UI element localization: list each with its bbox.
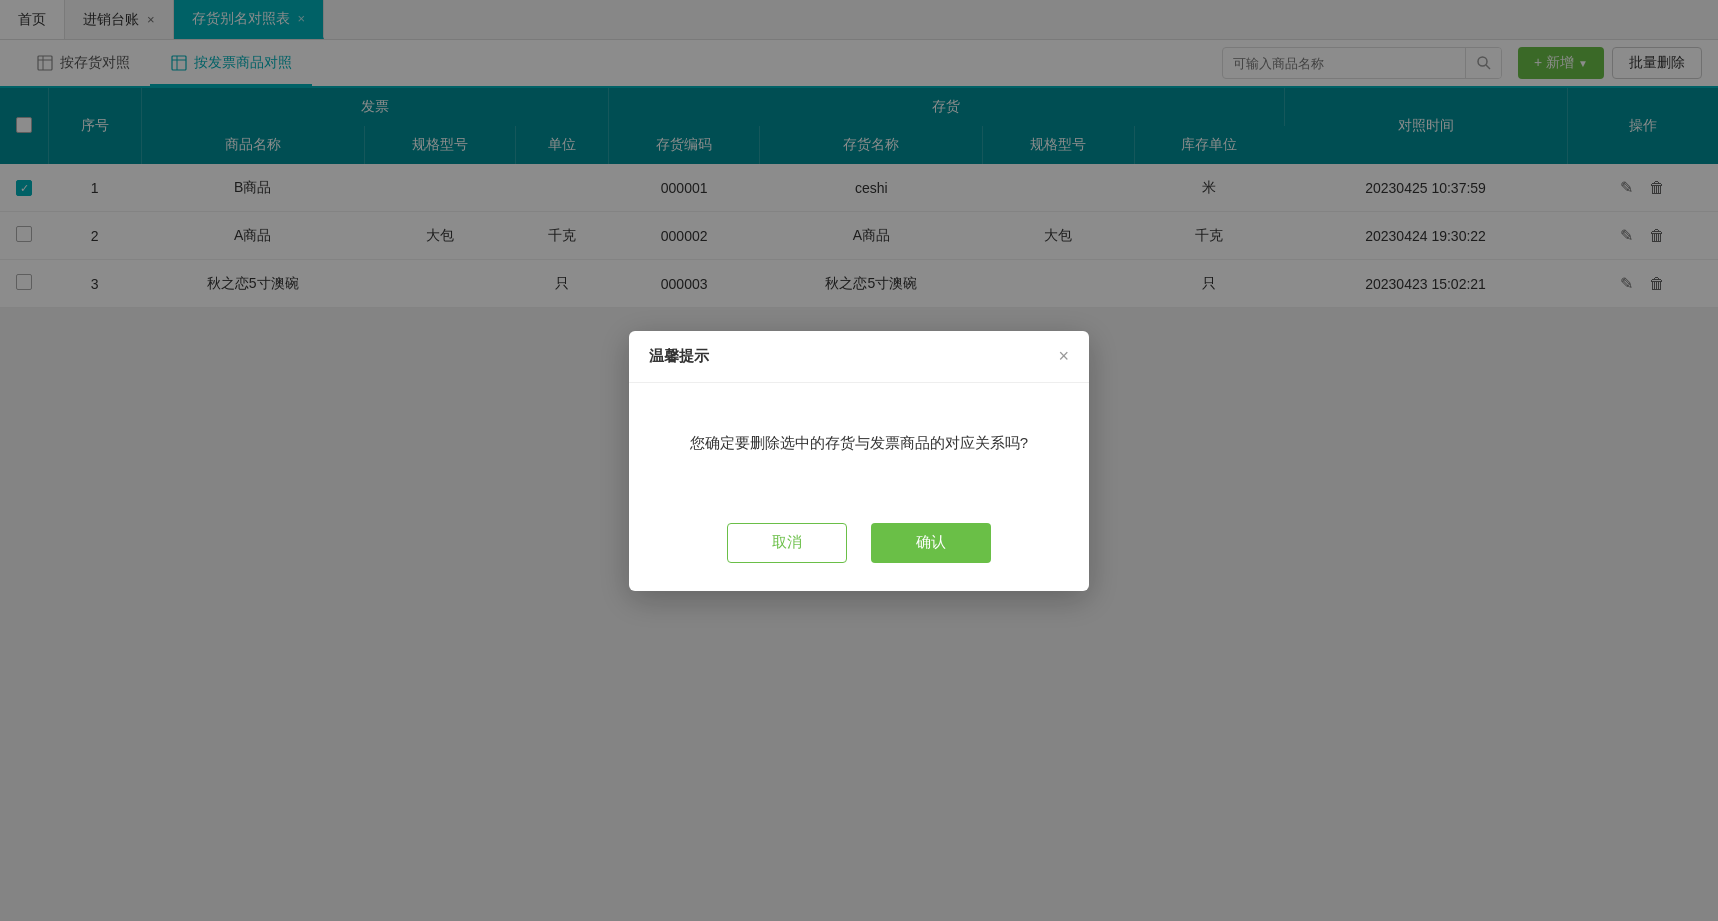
cancel-label: 取消 <box>772 533 802 550</box>
dialog-title: 温馨提示 <box>649 347 709 366</box>
dialog-message: 您确定要删除选中的存货与发票商品的对应关系吗? <box>690 431 1028 455</box>
confirm-label: 确认 <box>916 533 946 550</box>
dialog-footer: 取消 确认 <box>629 503 1089 591</box>
modal-overlay: 温馨提示 × 您确定要删除选中的存货与发票商品的对应关系吗? 取消 确认 <box>0 0 1718 921</box>
dialog-body: 您确定要删除选中的存货与发票商品的对应关系吗? <box>629 383 1089 503</box>
cancel-button[interactable]: 取消 <box>727 523 847 563</box>
confirm-dialog: 温馨提示 × 您确定要删除选中的存货与发票商品的对应关系吗? 取消 确认 <box>629 331 1089 591</box>
confirm-button[interactable]: 确认 <box>871 523 991 563</box>
dialog-header: 温馨提示 × <box>629 331 1089 383</box>
dialog-close-button[interactable]: × <box>1058 347 1069 365</box>
